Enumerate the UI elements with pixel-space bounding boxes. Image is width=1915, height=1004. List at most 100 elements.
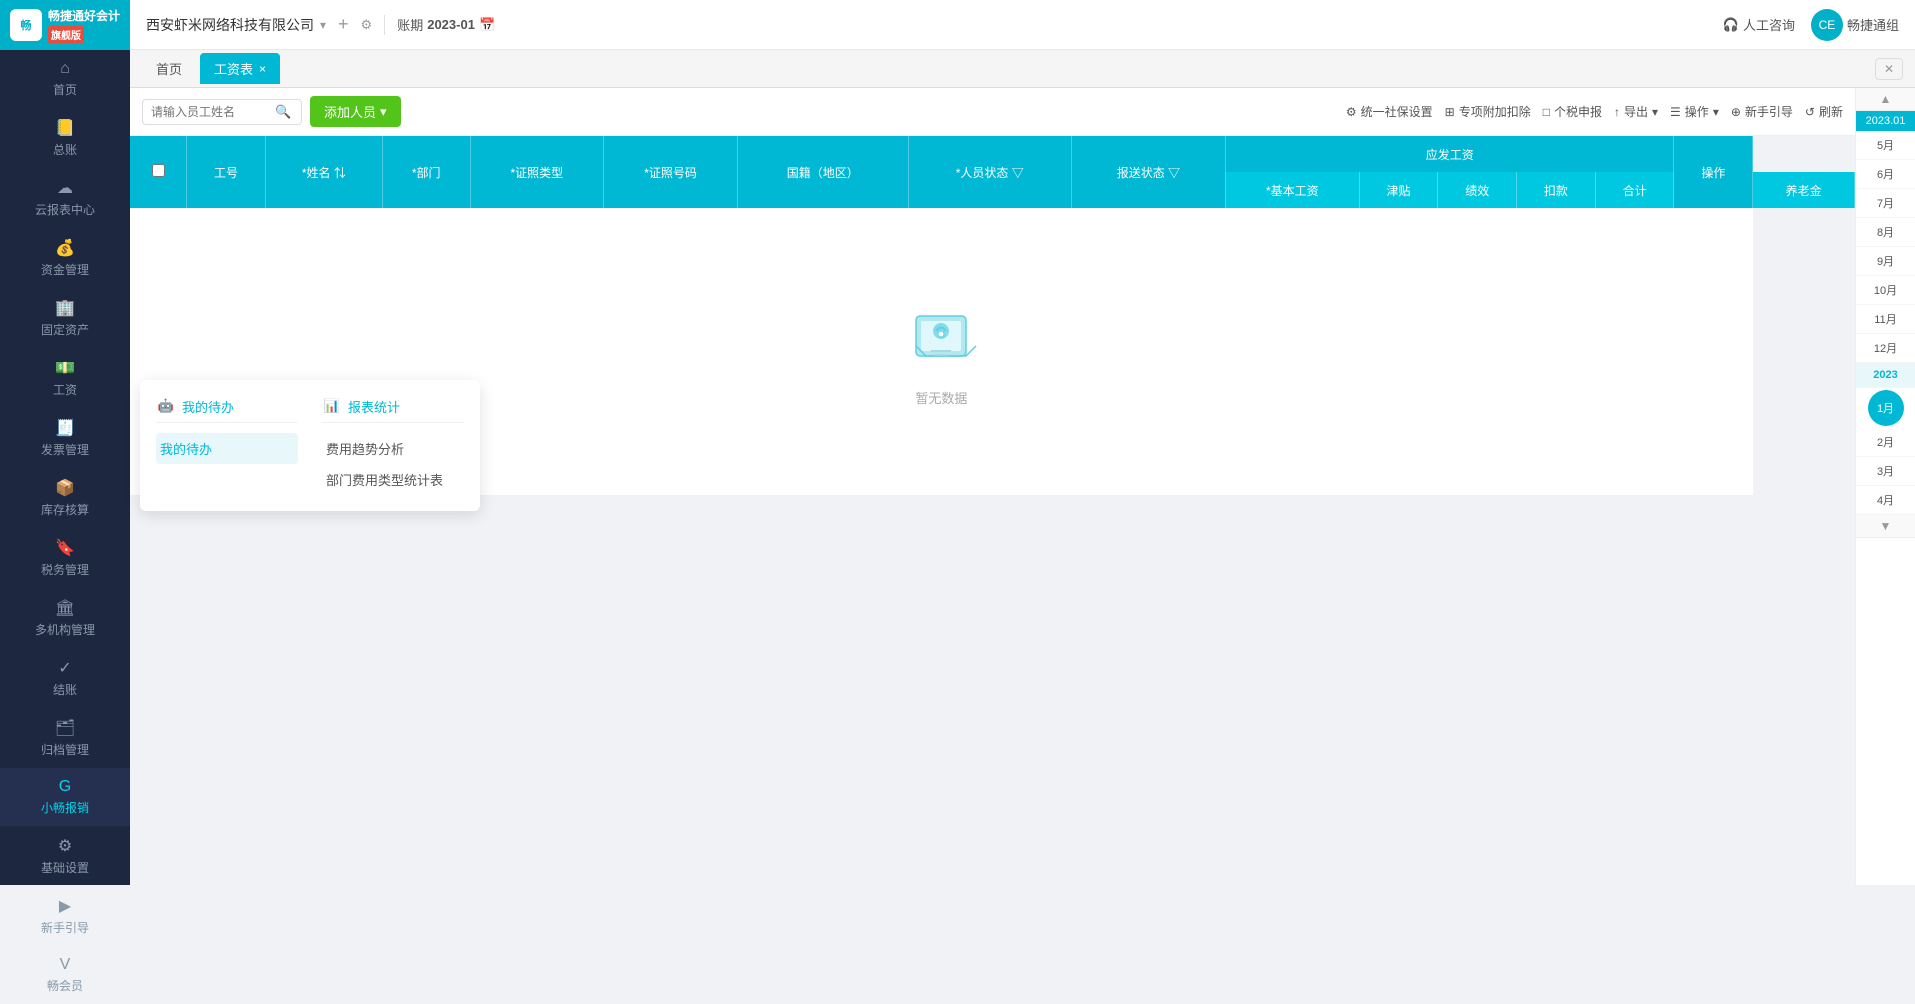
guide-btn[interactable]: ⊕ 新手引导 [1731,103,1793,120]
guide-plus-icon: ⊕ [1731,105,1741,119]
topbar-divider [384,15,385,35]
my-todo-item[interactable]: 我的待办 [156,433,298,464]
select-all-checkbox[interactable] [152,164,165,177]
sidebar-item-archive[interactable]: 🗂 归档管理 [0,708,130,768]
special-deduct-btn[interactable]: ⊞ 专项附加扣除 [1445,103,1531,120]
sidebar-item-basic-settings[interactable]: ⚙ 基础设置 [0,826,130,886]
sidebar-item-tax[interactable]: 🔖 税务管理 [0,528,130,588]
sidebar-item-multi-org[interactable]: 🏛 多机构管理 [0,588,130,648]
tab-home[interactable]: 首页 [142,53,196,84]
settings-icon: ⚙ [58,836,72,856]
archive-icon: 🗂 [55,718,75,738]
guide-icon: ▶ [59,896,71,916]
th-performance: 绩效 [1438,172,1517,208]
add-company-button[interactable]: + [338,14,349,35]
logo-text-container: 畅捷通好会计 旗舰版 [48,7,120,43]
sidebar: 畅 畅捷通好会计 旗舰版 ⌂ 首页 📒 总账 ☁ 云报表中心 💰 资金管理 🏢 … [0,0,130,885]
month-3[interactable]: 3月 [1856,457,1915,486]
report-icon: 📊 [322,396,342,416]
search-icon: 🔍 [275,104,291,120]
sidebar-item-ledger[interactable]: 📒 总账 [0,108,130,168]
add-person-button[interactable]: 添加人员 ▾ [310,96,401,127]
month-6[interactable]: 6月 [1856,160,1915,189]
sidebar-item-salary[interactable]: 💵 工资 [0,348,130,408]
month-7[interactable]: 7月 [1856,189,1915,218]
tab-close-icon[interactable]: × [259,62,266,76]
th-deduction: 扣款 [1517,172,1596,208]
inventory-icon: 📦 [55,478,75,498]
month-panel: ▲ 2023.01 5月 6月 7月 8月 9月 10月 11月 12月 202… [1855,88,1915,885]
th-id-type: *证照类型 [470,136,604,208]
expense-trend-item[interactable]: 费用趋势分析 [322,433,464,464]
month-1[interactable]: 1月 [1868,390,1904,426]
sidebar-item-inventory[interactable]: 📦 库存核算 [0,468,130,528]
sidebar-item-xiaochang[interactable]: G 小畅报销 [0,768,130,826]
operate-icon: ☰ [1670,105,1681,119]
company-selector[interactable]: 西安虾米网络科技有限公司 ▾ [146,15,326,35]
month-next-btn[interactable]: ▼ [1856,515,1915,538]
month-2[interactable]: 2月 [1856,428,1915,457]
special-deduct-label: 专项附加扣除 [1459,103,1531,120]
sidebar-item-cloud-report[interactable]: ☁ 云报表中心 [0,168,130,228]
export-label: 导出 [1624,103,1648,120]
social-security-btn[interactable]: ⚙ 统一社保设置 [1346,103,1433,120]
sidebar-item-home[interactable]: ⌂ 首页 [0,50,130,108]
th-operate: 操作 [1674,136,1753,208]
app-logo: 畅 畅捷通好会计 旗舰版 [0,0,130,50]
sidebar-item-fund[interactable]: 💰 资金管理 [0,228,130,288]
toolbar-actions: ⚙ 统一社保设置 ⊞ 专项附加扣除 □ 个税申报 ↑ 导出 ▾ [1346,103,1843,120]
sidebar-item-archive-label: 归档管理 [41,741,89,758]
refresh-icon: ↺ [1805,105,1815,119]
sidebar-item-new-guide[interactable]: ▶ 新手引导 [0,886,130,946]
operate-btn[interactable]: ☰ 操作 ▾ [1670,103,1719,120]
month-4[interactable]: 4月 [1856,486,1915,515]
salary-icon: 💵 [55,358,75,378]
add-btn-label: 添加人员 [324,102,376,121]
sidebar-item-checkout[interactable]: ✓ 结账 [0,648,130,708]
month-9[interactable]: 9月 [1856,247,1915,276]
add-btn-arrow-icon: ▾ [380,104,387,120]
period-selector[interactable]: 账期 2023-01 📅 [397,15,495,34]
refresh-btn[interactable]: ↺ 刷新 [1805,103,1843,120]
avatar: CE [1811,9,1843,41]
month-10[interactable]: 10月 [1856,276,1915,305]
invoice-icon: 🧾 [55,418,75,438]
month-12[interactable]: 12月 [1856,334,1915,363]
search-box: 🔍 [142,99,302,125]
th-report-status: 报送状态 ▽ [1071,136,1225,208]
tab-salary-label: 工资表 [214,59,253,78]
user-name: 畅捷通组 [1847,15,1899,34]
th-pension: 养老金 [1753,172,1855,208]
close-all-button[interactable]: ✕ [1875,58,1903,80]
search-input[interactable] [151,105,271,119]
dropdown-col-todo: 🤖 我的待办 我的待办 [156,396,298,495]
export-arrow-icon: ▾ [1652,105,1658,119]
tab-salary-table[interactable]: 工资表 × [200,53,280,84]
sidebar-item-vip[interactable]: V 畅会员 [0,946,130,1004]
sidebar-item-invoice-label: 发票管理 [41,441,89,458]
dept-expense-item[interactable]: 部门费用类型统计表 [322,464,464,495]
month-5[interactable]: 5月 [1856,131,1915,160]
logo-sub-text: 旗舰版 [48,26,84,43]
tax-report-btn[interactable]: □ 个税申报 [1543,103,1602,120]
export-btn[interactable]: ↑ 导出 ▾ [1614,103,1658,120]
company-name: 西安虾米网络科技有限公司 [146,15,314,35]
sidebar-item-invoice[interactable]: 🧾 发票管理 [0,408,130,468]
settings-gear-icon[interactable]: ⚙ [361,17,373,33]
month-11[interactable]: 11月 [1856,305,1915,334]
sidebar-item-fixed-assets[interactable]: 🏢 固定资产 [0,288,130,348]
tab-home-label: 首页 [156,59,182,78]
th-checkbox [130,136,187,208]
fund-icon: 💰 [55,238,75,258]
support-button[interactable]: 🎧 人工咨询 [1723,15,1795,34]
vip-icon: V [60,956,71,974]
user-menu[interactable]: CE 畅捷通组 [1811,9,1899,41]
th-number: 工号 [187,136,266,208]
th-basic-salary: *基本工资 [1225,172,1359,208]
month-prev-btn[interactable]: ▲ [1856,88,1915,111]
home-icon: ⌂ [60,60,70,78]
month-8[interactable]: 8月 [1856,218,1915,247]
todo-icon: 🤖 [156,396,176,416]
sidebar-item-ledger-label: 总账 [53,141,77,158]
headset-icon: 🎧 [1723,17,1739,33]
